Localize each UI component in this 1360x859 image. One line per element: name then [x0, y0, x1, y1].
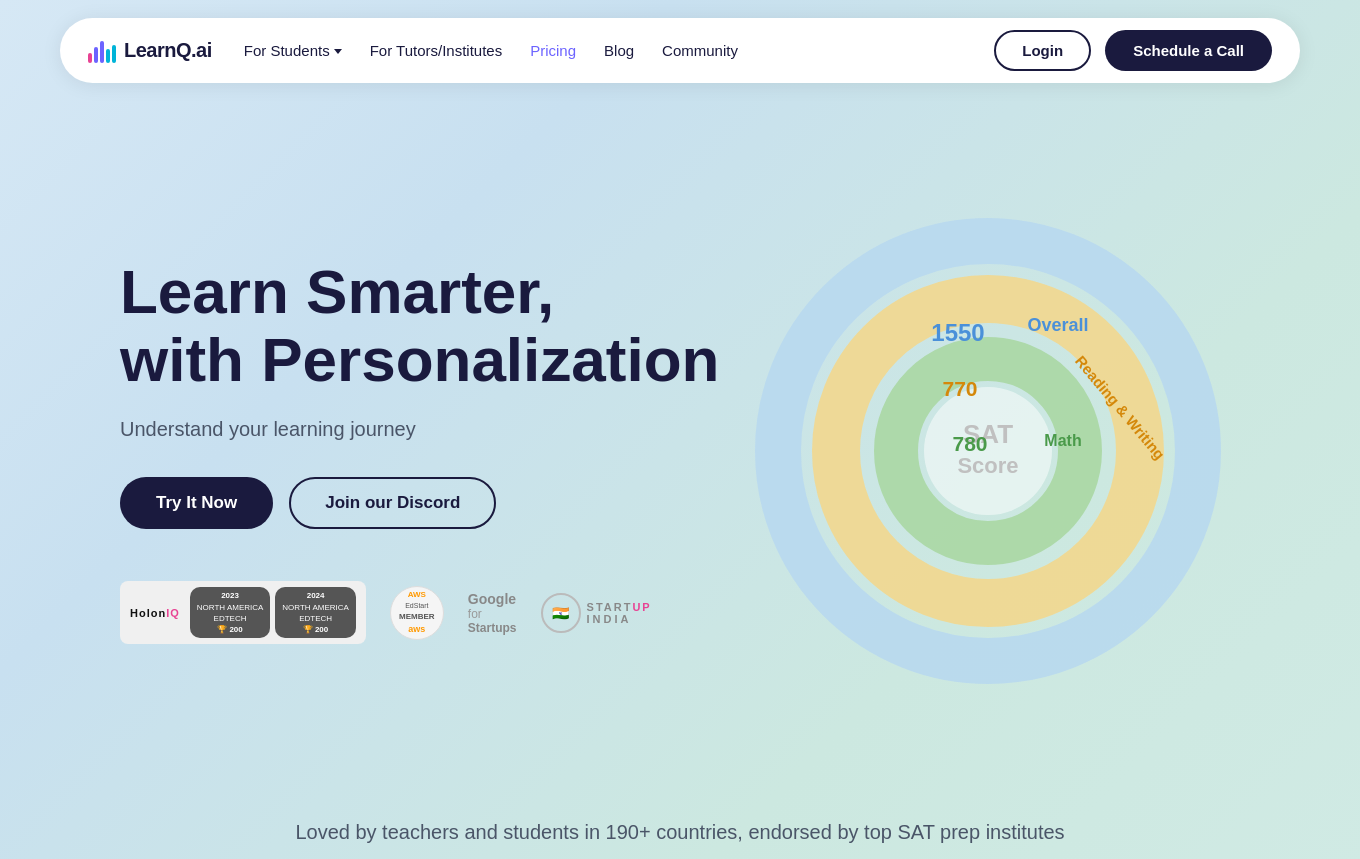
- try-it-now-button[interactable]: Try It Now: [120, 477, 273, 529]
- nav-item-tutors[interactable]: For Tutors/Institutes: [370, 42, 503, 59]
- rw-score-label: 770: [942, 377, 977, 400]
- overall-label: Overall: [1027, 315, 1088, 335]
- hero-buttons: Try It Now Join our Discord: [120, 477, 736, 529]
- aws-text: AWS: [408, 589, 426, 601]
- svg-point-3: [924, 387, 1052, 515]
- startup-india-text: STARTUP INDIA: [587, 601, 652, 625]
- login-button[interactable]: Login: [994, 30, 1091, 71]
- hero-subtitle: Understand your learning journey: [120, 418, 736, 441]
- nav-left: LearnQ.ai For Students For Tutors/Instit…: [88, 39, 738, 63]
- google-badge: Google for Startups: [468, 591, 517, 635]
- logo-icon: [88, 39, 116, 63]
- google-text: Google: [468, 591, 516, 607]
- hero-section: Learn Smarter, with Personalization Unde…: [0, 101, 1360, 781]
- google-startups: Startups: [468, 621, 517, 635]
- holon-badge: HolonIQ 2023 NORTH AMERICA EDTECH 🏆 200 …: [120, 581, 366, 644]
- nav-item-community[interactable]: Community: [662, 42, 738, 59]
- score-center-text: Score: [957, 453, 1018, 478]
- badges-row: HolonIQ 2023 NORTH AMERICA EDTECH 🏆 200 …: [120, 581, 736, 644]
- bottom-text: Loved by teachers and students in 190+ c…: [295, 821, 1064, 843]
- google-for: for: [468, 607, 482, 621]
- hero-title: Learn Smarter, with Personalization: [120, 258, 736, 394]
- aws-member: MEMBER: [399, 611, 435, 623]
- logo-text: LearnQ.ai: [124, 39, 212, 62]
- startup-india-badge: 🇮🇳 STARTUP INDIA: [541, 593, 652, 633]
- overall-score-label: 1550: [931, 319, 984, 346]
- nav-links: For Students For Tutors/Institutes Prici…: [244, 42, 738, 59]
- chevron-down-icon: [334, 49, 342, 54]
- aws-logo: aws: [408, 623, 425, 637]
- donut-container: SAT Score 1550 Overall 770 Reading & Wri…: [748, 211, 1228, 691]
- award-2024: 2024 NORTH AMERICA EDTECH 🏆 200: [275, 587, 356, 638]
- nav-item-students[interactable]: For Students: [244, 42, 342, 59]
- bottom-banner: Loved by teachers and students in 190+ c…: [0, 781, 1360, 859]
- holon-awards: 2023 NORTH AMERICA EDTECH 🏆 200 2024 NOR…: [190, 587, 356, 638]
- aws-label: EdStart: [405, 601, 428, 612]
- nav-item-blog[interactable]: Blog: [604, 42, 634, 59]
- math-label: Math: [1044, 432, 1081, 449]
- nav-right: Login Schedule a Call: [994, 30, 1272, 71]
- award-2023: 2023 NORTH AMERICA EDTECH 🏆 200: [190, 587, 271, 638]
- holon-label: HolonIQ: [130, 607, 180, 619]
- donut-svg: SAT Score 1550 Overall 770 Reading & Wri…: [748, 211, 1228, 691]
- startup-india-icon: 🇮🇳: [541, 593, 581, 633]
- math-score-label: 780: [952, 432, 987, 455]
- navbar: LearnQ.ai For Students For Tutors/Instit…: [60, 18, 1300, 83]
- logo[interactable]: LearnQ.ai: [88, 39, 212, 63]
- hero-content: Learn Smarter, with Personalization Unde…: [120, 258, 736, 644]
- nav-item-pricing[interactable]: Pricing: [530, 42, 576, 59]
- aws-badge: AWS EdStart MEMBER aws: [390, 586, 444, 640]
- schedule-button[interactable]: Schedule a Call: [1105, 30, 1272, 71]
- sat-score-chart: SAT Score 1550 Overall 770 Reading & Wri…: [736, 211, 1240, 691]
- join-discord-button[interactable]: Join our Discord: [289, 477, 496, 529]
